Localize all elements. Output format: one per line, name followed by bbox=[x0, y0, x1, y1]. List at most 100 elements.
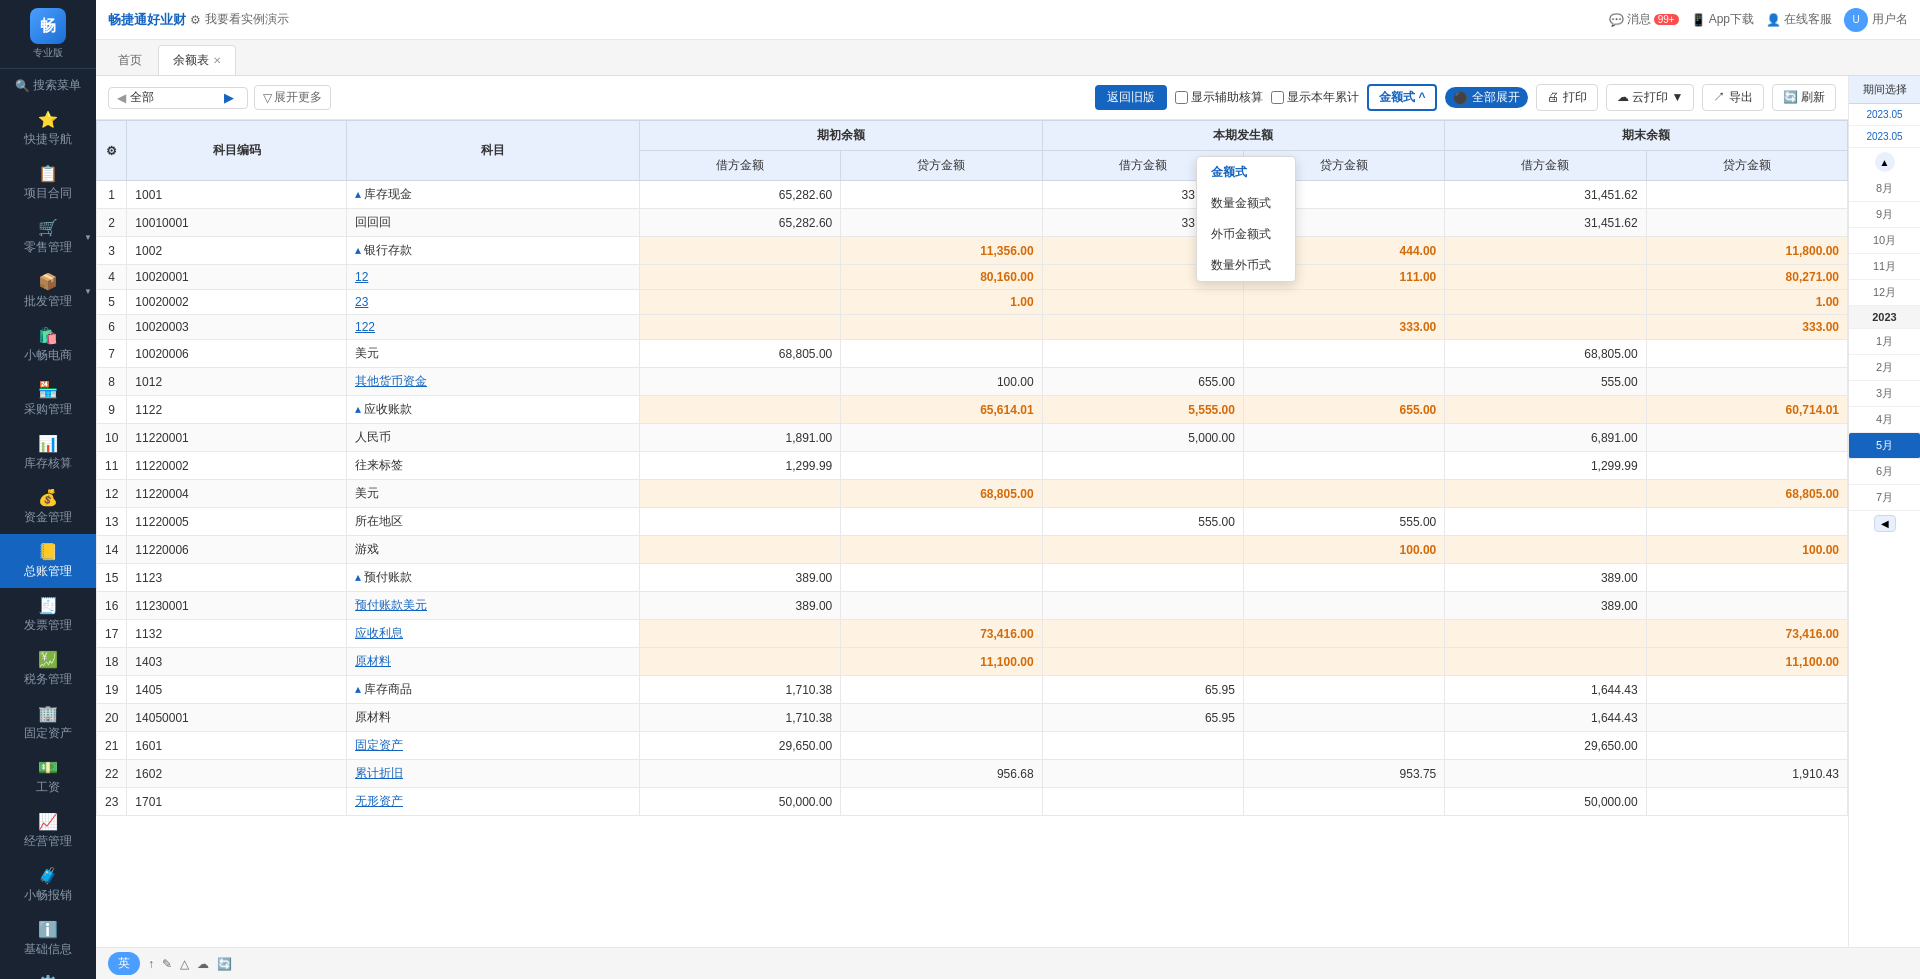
sidebar-item-quick-nav[interactable]: ⭐ 快捷导航 bbox=[0, 102, 96, 156]
arrow-icon: ▼ bbox=[84, 233, 92, 242]
ledger-icon: 📒 bbox=[38, 542, 58, 561]
bottom-icon-2[interactable]: ✎ bbox=[162, 957, 172, 971]
subject-link[interactable]: 累计折旧 bbox=[355, 766, 403, 780]
print-btn[interactable]: 🖨 打印 bbox=[1536, 84, 1597, 111]
online-service-btn[interactable]: 👤 在线客服 bbox=[1766, 11, 1832, 28]
sidebar-item-wholesale[interactable]: 📦 批发管理 ▼ bbox=[0, 264, 96, 318]
subject-link[interactable]: 应收利息 bbox=[355, 626, 403, 640]
period-month-2[interactable]: 2月 bbox=[1849, 355, 1920, 381]
td-credit-curr: 333.00 bbox=[1243, 315, 1444, 340]
show-ytd-check[interactable]: 显示本年累计 bbox=[1271, 89, 1359, 106]
bottom-icon-4[interactable]: ☁ bbox=[197, 957, 209, 971]
period-month-4[interactable]: 4月 bbox=[1849, 407, 1920, 433]
sidebar-item-salary[interactable]: 💵 工资 bbox=[0, 750, 96, 804]
table-container[interactable]: ⚙ 科目编码 科目 期初余额 本期发生额 期末余额 借方金额 贷方金额 借方金额… bbox=[96, 120, 1848, 947]
period-month-8[interactable]: 8月 bbox=[1849, 176, 1920, 202]
td-debit-open bbox=[639, 396, 840, 424]
sidebar-item-purchase[interactable]: 🏪 采购管理 bbox=[0, 372, 96, 426]
sidebar-item-ecommerce[interactable]: 🛍️ 小畅电商 bbox=[0, 318, 96, 372]
show-assist-check[interactable]: 显示辅助核算 bbox=[1175, 89, 1263, 106]
subject-link[interactable]: 固定资产 bbox=[355, 738, 403, 752]
return-old-btn[interactable]: 返回旧版 bbox=[1095, 85, 1167, 110]
subject-expandable: ▴ 库存商品 bbox=[355, 682, 412, 696]
sidebar-item-assets[interactable]: 🏢 固定资产 bbox=[0, 696, 96, 750]
dropdown-item-foreign-amount[interactable]: 外币金额式 bbox=[1197, 219, 1295, 250]
lang-btn[interactable]: 英 bbox=[108, 952, 140, 975]
sidebar-item-invoice[interactable]: 🧾 发票管理 bbox=[0, 588, 96, 642]
td-code: 1012 bbox=[127, 368, 347, 396]
period-month-7[interactable]: 7月 bbox=[1849, 485, 1920, 511]
sidebar-item-operations[interactable]: 📈 经营管理 bbox=[0, 804, 96, 858]
sidebar-item-tax[interactable]: 💹 税务管理 bbox=[0, 642, 96, 696]
user-menu[interactable]: U 用户名 bbox=[1844, 8, 1908, 32]
td-code: 10020006 bbox=[127, 340, 347, 368]
sidebar-item-expense[interactable]: 🧳 小畅报销 bbox=[0, 858, 96, 912]
collapse-btn[interactable]: ◀ bbox=[1874, 515, 1896, 532]
td-debit-close: 389.00 bbox=[1445, 564, 1646, 592]
td-credit-close: 1.00 bbox=[1646, 290, 1847, 315]
format-dropdown-btn[interactable]: 金额式 ^ bbox=[1367, 84, 1437, 111]
td-subject: 122 bbox=[347, 315, 640, 340]
period-up-btn[interactable]: ▲ bbox=[1875, 152, 1895, 172]
search-menu[interactable]: 🔍 搜索菜单 bbox=[0, 69, 96, 102]
tab-balance[interactable]: 余额表 ✕ bbox=[158, 45, 236, 75]
period-month-11[interactable]: 11月 bbox=[1849, 254, 1920, 280]
sidebar-item-system[interactable]: ⚙️ 系统管理 bbox=[0, 966, 96, 979]
period-month-12[interactable]: 12月 bbox=[1849, 280, 1920, 306]
period-collapse[interactable]: ◀ bbox=[1849, 511, 1920, 536]
td-debit-close bbox=[1445, 620, 1646, 648]
subject-link[interactable]: 23 bbox=[355, 295, 368, 309]
search-right-icon[interactable]: ▶ bbox=[224, 91, 233, 105]
td-credit-curr: 100.00 bbox=[1243, 536, 1444, 564]
subject-link[interactable]: 其他货币资金 bbox=[355, 374, 427, 388]
period-month-10[interactable]: 10月 bbox=[1849, 228, 1920, 254]
subject-link[interactable]: 预付账款美元 bbox=[355, 598, 427, 612]
search-input[interactable] bbox=[130, 91, 220, 105]
dropdown-item-amount[interactable]: 金额式 bbox=[1197, 157, 1295, 188]
bottom-icon-5[interactable]: 🔄 bbox=[217, 957, 232, 971]
sidebar-item-funds[interactable]: 💰 资金管理 bbox=[0, 480, 96, 534]
tab-home[interactable]: 首页 bbox=[104, 46, 156, 75]
subject-link[interactable]: 12 bbox=[355, 270, 368, 284]
sidebar-item-ledger[interactable]: 📒 总账管理 bbox=[0, 534, 96, 588]
period-month-1[interactable]: 1月 bbox=[1849, 329, 1920, 355]
subject-link[interactable]: 122 bbox=[355, 320, 375, 334]
td-debit-close bbox=[1445, 290, 1646, 315]
search-box[interactable]: ◀ ▶ bbox=[108, 87, 248, 109]
sidebar-item-project[interactable]: 📋 项目合同 bbox=[0, 156, 96, 210]
bottom-icon-3[interactable]: △ bbox=[180, 957, 189, 971]
expand-more-btn[interactable]: ▽ 展开更多 bbox=[254, 85, 331, 110]
sidebar-item-inventory[interactable]: 📊 库存核算 bbox=[0, 426, 96, 480]
td-credit-open bbox=[841, 181, 1042, 209]
td-credit-close bbox=[1646, 564, 1847, 592]
td-no: 7 bbox=[97, 340, 127, 368]
td-credit-close: 80,271.00 bbox=[1646, 265, 1847, 290]
period-month-6[interactable]: 6月 bbox=[1849, 459, 1920, 485]
dropdown-item-qty-foreign[interactable]: 数量外币式 bbox=[1197, 250, 1295, 281]
subject-link[interactable]: 原材料 bbox=[355, 654, 391, 668]
topbar-left: 畅捷通好业财 ⚙ 我要看实例演示 bbox=[108, 11, 289, 29]
refresh-btn[interactable]: 🔄 刷新 bbox=[1772, 84, 1836, 111]
period-month-9[interactable]: 9月 bbox=[1849, 202, 1920, 228]
bottom-icon-1[interactable]: ↑ bbox=[148, 957, 154, 971]
th-settings[interactable]: ⚙ bbox=[97, 121, 127, 181]
period-month-3[interactable]: 3月 bbox=[1849, 381, 1920, 407]
tab-close-icon[interactable]: ✕ bbox=[213, 55, 221, 66]
period-nav-up[interactable]: ▲ bbox=[1849, 148, 1920, 176]
expand-all-toggle[interactable]: ⚫ 全部展开 bbox=[1445, 87, 1528, 108]
demo-link[interactable]: 我要看实例演示 bbox=[205, 11, 289, 28]
period-month-5[interactable]: 5月 bbox=[1849, 433, 1920, 459]
topbar-config-icon[interactable]: ⚙ bbox=[190, 13, 201, 27]
sidebar-item-retail[interactable]: 🛒 零售管理 ▼ bbox=[0, 210, 96, 264]
td-subject: ▴ 库存现金 bbox=[347, 181, 640, 209]
dropdown-item-qty-amount[interactable]: 数量金额式 bbox=[1197, 188, 1295, 219]
sidebar-item-basic[interactable]: ℹ️ 基础信息 bbox=[0, 912, 96, 966]
period-year-start: 2023.05 bbox=[1849, 104, 1920, 126]
cloud-print-btn[interactable]: ☁ 云打印 ▼ bbox=[1606, 84, 1695, 111]
subject-link[interactable]: 无形资产 bbox=[355, 794, 403, 808]
td-subject: ▴ 预付账款 bbox=[347, 564, 640, 592]
app-download-btn[interactable]: 📱 App下载 bbox=[1691, 11, 1754, 28]
message-btn[interactable]: 💬 消息 99+ bbox=[1609, 11, 1679, 28]
td-credit-open: 100.00 bbox=[841, 368, 1042, 396]
export-btn[interactable]: ↗ 导出 bbox=[1702, 84, 1763, 111]
